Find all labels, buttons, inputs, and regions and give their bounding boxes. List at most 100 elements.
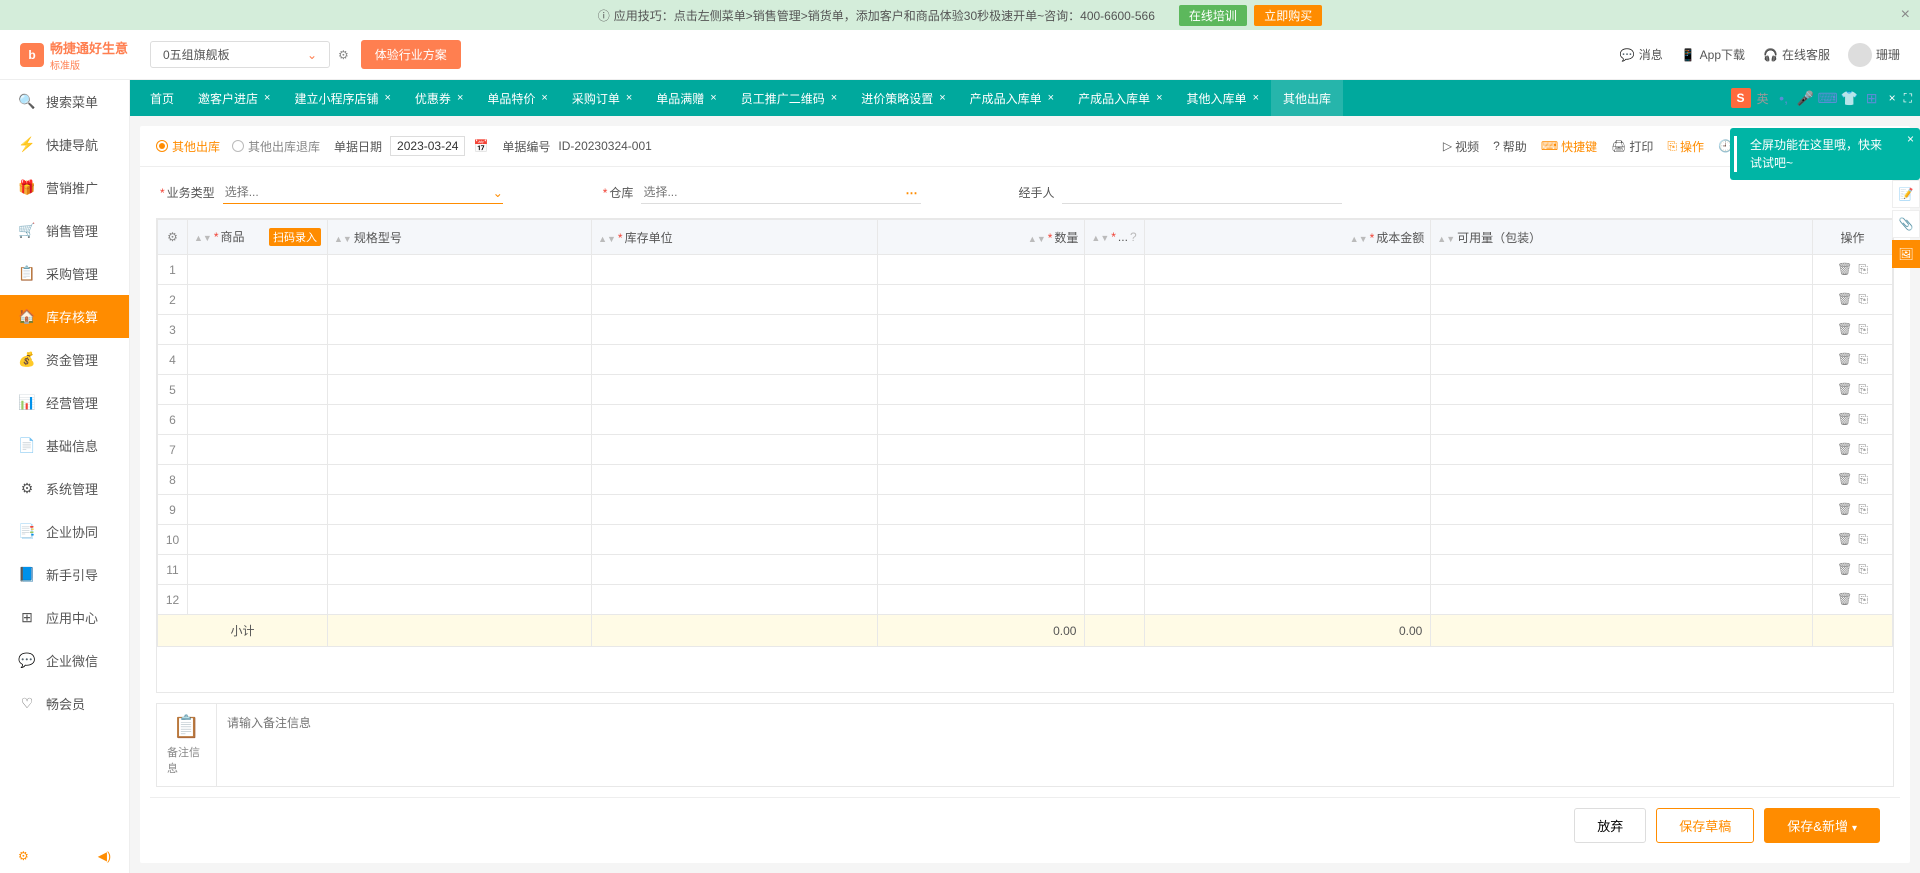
radio-other-out[interactable]: 其他出库 bbox=[156, 138, 220, 155]
copy-row-icon[interactable]: ⎘ bbox=[1858, 292, 1868, 307]
sort-icon[interactable]: ▲▼ bbox=[334, 236, 352, 242]
app-download-link[interactable]: 📱App下载 bbox=[1681, 46, 1745, 63]
tab-special[interactable]: 单品特价× bbox=[475, 80, 559, 116]
sidebar-collapse-icon[interactable]: ◀) bbox=[98, 849, 111, 863]
table-row[interactable]: 6🗑⎘ bbox=[158, 405, 1893, 435]
delete-row-icon[interactable]: 🗑 bbox=[1837, 262, 1852, 276]
copy-row-icon[interactable]: ⎘ bbox=[1858, 412, 1868, 427]
sort-icon[interactable]: ▲▼ bbox=[1028, 236, 1046, 242]
rail-attach-icon[interactable]: 📎 bbox=[1892, 210, 1920, 238]
sidebar-item-guide[interactable]: 📘新手引导 bbox=[0, 553, 129, 596]
tab-other-out[interactable]: 其他出库 bbox=[1271, 80, 1343, 116]
tab-purchase-order[interactable]: 采购订单× bbox=[560, 80, 644, 116]
more-icon[interactable]: ⋯ bbox=[905, 186, 918, 200]
shortcut-link[interactable]: ⌨快捷键 bbox=[1541, 138, 1597, 155]
sort-icon[interactable]: ▲▼ bbox=[1091, 235, 1109, 241]
delete-row-icon[interactable]: 🗑 bbox=[1837, 442, 1852, 456]
tab-home[interactable]: 首页 bbox=[138, 80, 186, 116]
warehouse-input[interactable] bbox=[641, 181, 921, 204]
tab-qrcode[interactable]: 员工推广二维码× bbox=[729, 80, 849, 116]
tab-miniprogram[interactable]: 建立小程序店铺× bbox=[282, 80, 402, 116]
sidebar-item-apps[interactable]: ⊞应用中心 bbox=[0, 596, 129, 639]
operate-link[interactable]: ⎘操作 bbox=[1667, 138, 1704, 155]
sidebar-item-inventory[interactable]: 🏠库存核算 bbox=[0, 295, 129, 338]
copy-row-icon[interactable]: ⎘ bbox=[1858, 592, 1868, 607]
close-icon[interactable]: × bbox=[384, 92, 390, 104]
chevron-down-icon[interactable]: ⌄ bbox=[493, 186, 503, 200]
buy-now-button[interactable]: 立即购买 bbox=[1254, 5, 1322, 26]
rail-image-icon[interactable]: 🖼 bbox=[1892, 240, 1920, 268]
banner-close-icon[interactable]: × bbox=[1901, 6, 1910, 24]
tab-coupon[interactable]: 优惠券× bbox=[403, 80, 475, 116]
ime-mic-icon[interactable]: 🎤 bbox=[1797, 89, 1815, 107]
close-icon[interactable]: × bbox=[1156, 92, 1162, 104]
sidebar-item-operation[interactable]: 📊经营管理 bbox=[0, 381, 129, 424]
sort-icon[interactable]: ▲▼ bbox=[1350, 236, 1368, 242]
ime-keyboard-icon[interactable]: ⌨ bbox=[1819, 89, 1837, 107]
biztype-input[interactable] bbox=[223, 181, 503, 204]
remarks-input[interactable] bbox=[217, 704, 1893, 754]
copy-row-icon[interactable]: ⎘ bbox=[1858, 502, 1868, 517]
messages-link[interactable]: 💬消息 bbox=[1620, 46, 1663, 63]
user-menu[interactable]: 珊珊 bbox=[1848, 43, 1900, 67]
table-row[interactable]: 8🗑⎘ bbox=[158, 465, 1893, 495]
sidebar-settings-icon[interactable]: ⚙ bbox=[18, 849, 29, 863]
table-row[interactable]: 1🗑⎘ bbox=[158, 255, 1893, 285]
rail-note-icon[interactable]: 📝 bbox=[1892, 180, 1920, 208]
tab-product-in2[interactable]: 产成品入库单× bbox=[1066, 80, 1174, 116]
sidebar-item-system[interactable]: ⚙系统管理 bbox=[0, 467, 129, 510]
copy-row-icon[interactable]: ⎘ bbox=[1858, 382, 1868, 397]
delete-row-icon[interactable]: 🗑 bbox=[1837, 352, 1852, 366]
ime-grid-icon[interactable]: ⊞ bbox=[1863, 89, 1881, 107]
sort-icon[interactable]: ▲▼ bbox=[598, 236, 616, 242]
delete-row-icon[interactable]: 🗑 bbox=[1837, 502, 1852, 516]
tab-product-in1[interactable]: 产成品入库单× bbox=[958, 80, 1066, 116]
copy-row-icon[interactable]: ⎘ bbox=[1858, 322, 1868, 337]
copy-row-icon[interactable]: ⎘ bbox=[1858, 352, 1868, 367]
delete-row-icon[interactable]: 🗑 bbox=[1837, 292, 1852, 306]
table-row[interactable]: 7🗑⎘ bbox=[158, 435, 1893, 465]
ime-skin-icon[interactable]: 👕 bbox=[1841, 89, 1859, 107]
copy-row-icon[interactable]: ⎘ bbox=[1858, 562, 1868, 577]
delete-row-icon[interactable]: 🗑 bbox=[1837, 382, 1852, 396]
help-link[interactable]: ?帮助 bbox=[1493, 138, 1527, 155]
handler-input[interactable] bbox=[1062, 181, 1342, 204]
sidebar-item-quicknav[interactable]: ⚡快捷导航 bbox=[0, 123, 129, 166]
gear-icon[interactable]: ⚙ bbox=[338, 48, 349, 62]
close-icon[interactable]: × bbox=[457, 92, 463, 104]
sidebar-item-basic[interactable]: 📄基础信息 bbox=[0, 424, 129, 467]
sidebar-item-purchase[interactable]: 📋采购管理 bbox=[0, 252, 129, 295]
tab-gift[interactable]: 单品满赠× bbox=[644, 80, 728, 116]
table-row[interactable]: 4🗑⎘ bbox=[158, 345, 1893, 375]
sidebar-item-search[interactable]: 🔍搜索菜单 bbox=[0, 80, 129, 123]
tabs-close-icon[interactable]: × bbox=[1889, 91, 1896, 105]
ime-punct-icon[interactable]: •, bbox=[1775, 89, 1793, 107]
tooltip-close-icon[interactable]: × bbox=[1907, 132, 1914, 146]
sidebar-item-wechat[interactable]: 💬企业微信 bbox=[0, 639, 129, 682]
table-row[interactable]: 11🗑⎘ bbox=[158, 555, 1893, 585]
online-training-button[interactable]: 在线培训 bbox=[1179, 5, 1247, 26]
table-row[interactable]: 10🗑⎘ bbox=[158, 525, 1893, 555]
tab-price-strategy[interactable]: 进价策略设置× bbox=[849, 80, 957, 116]
table-row[interactable]: 2🗑⎘ bbox=[158, 285, 1893, 315]
close-icon[interactable]: × bbox=[541, 92, 547, 104]
video-link[interactable]: ▷视频 bbox=[1443, 138, 1479, 155]
delete-row-icon[interactable]: 🗑 bbox=[1837, 532, 1852, 546]
close-icon[interactable]: × bbox=[1253, 92, 1259, 104]
fullscreen-icon[interactable]: ⛶ bbox=[1904, 91, 1912, 106]
table-row[interactable]: 9🗑⎘ bbox=[158, 495, 1893, 525]
delete-row-icon[interactable]: 🗑 bbox=[1837, 472, 1852, 486]
delete-row-icon[interactable]: 🗑 bbox=[1837, 562, 1852, 576]
close-icon[interactable]: × bbox=[939, 92, 945, 104]
copy-row-icon[interactable]: ⎘ bbox=[1858, 472, 1868, 487]
table-row[interactable]: 5🗑⎘ bbox=[158, 375, 1893, 405]
radio-other-out-return[interactable]: 其他出库退库 bbox=[232, 138, 320, 155]
discard-button[interactable]: 放弃 bbox=[1574, 808, 1646, 843]
sort-icon[interactable]: ▲▼ bbox=[1437, 236, 1455, 242]
sidebar-item-member[interactable]: ♡畅会员 bbox=[0, 682, 129, 725]
service-link[interactable]: 🎧在线客服 bbox=[1763, 46, 1830, 63]
save-new-button[interactable]: 保存&新增▾ bbox=[1764, 808, 1880, 843]
table-row[interactable]: 12🗑⎘ bbox=[158, 585, 1893, 615]
date-value[interactable]: 2023-03-24 bbox=[390, 136, 465, 156]
close-icon[interactable]: × bbox=[626, 92, 632, 104]
